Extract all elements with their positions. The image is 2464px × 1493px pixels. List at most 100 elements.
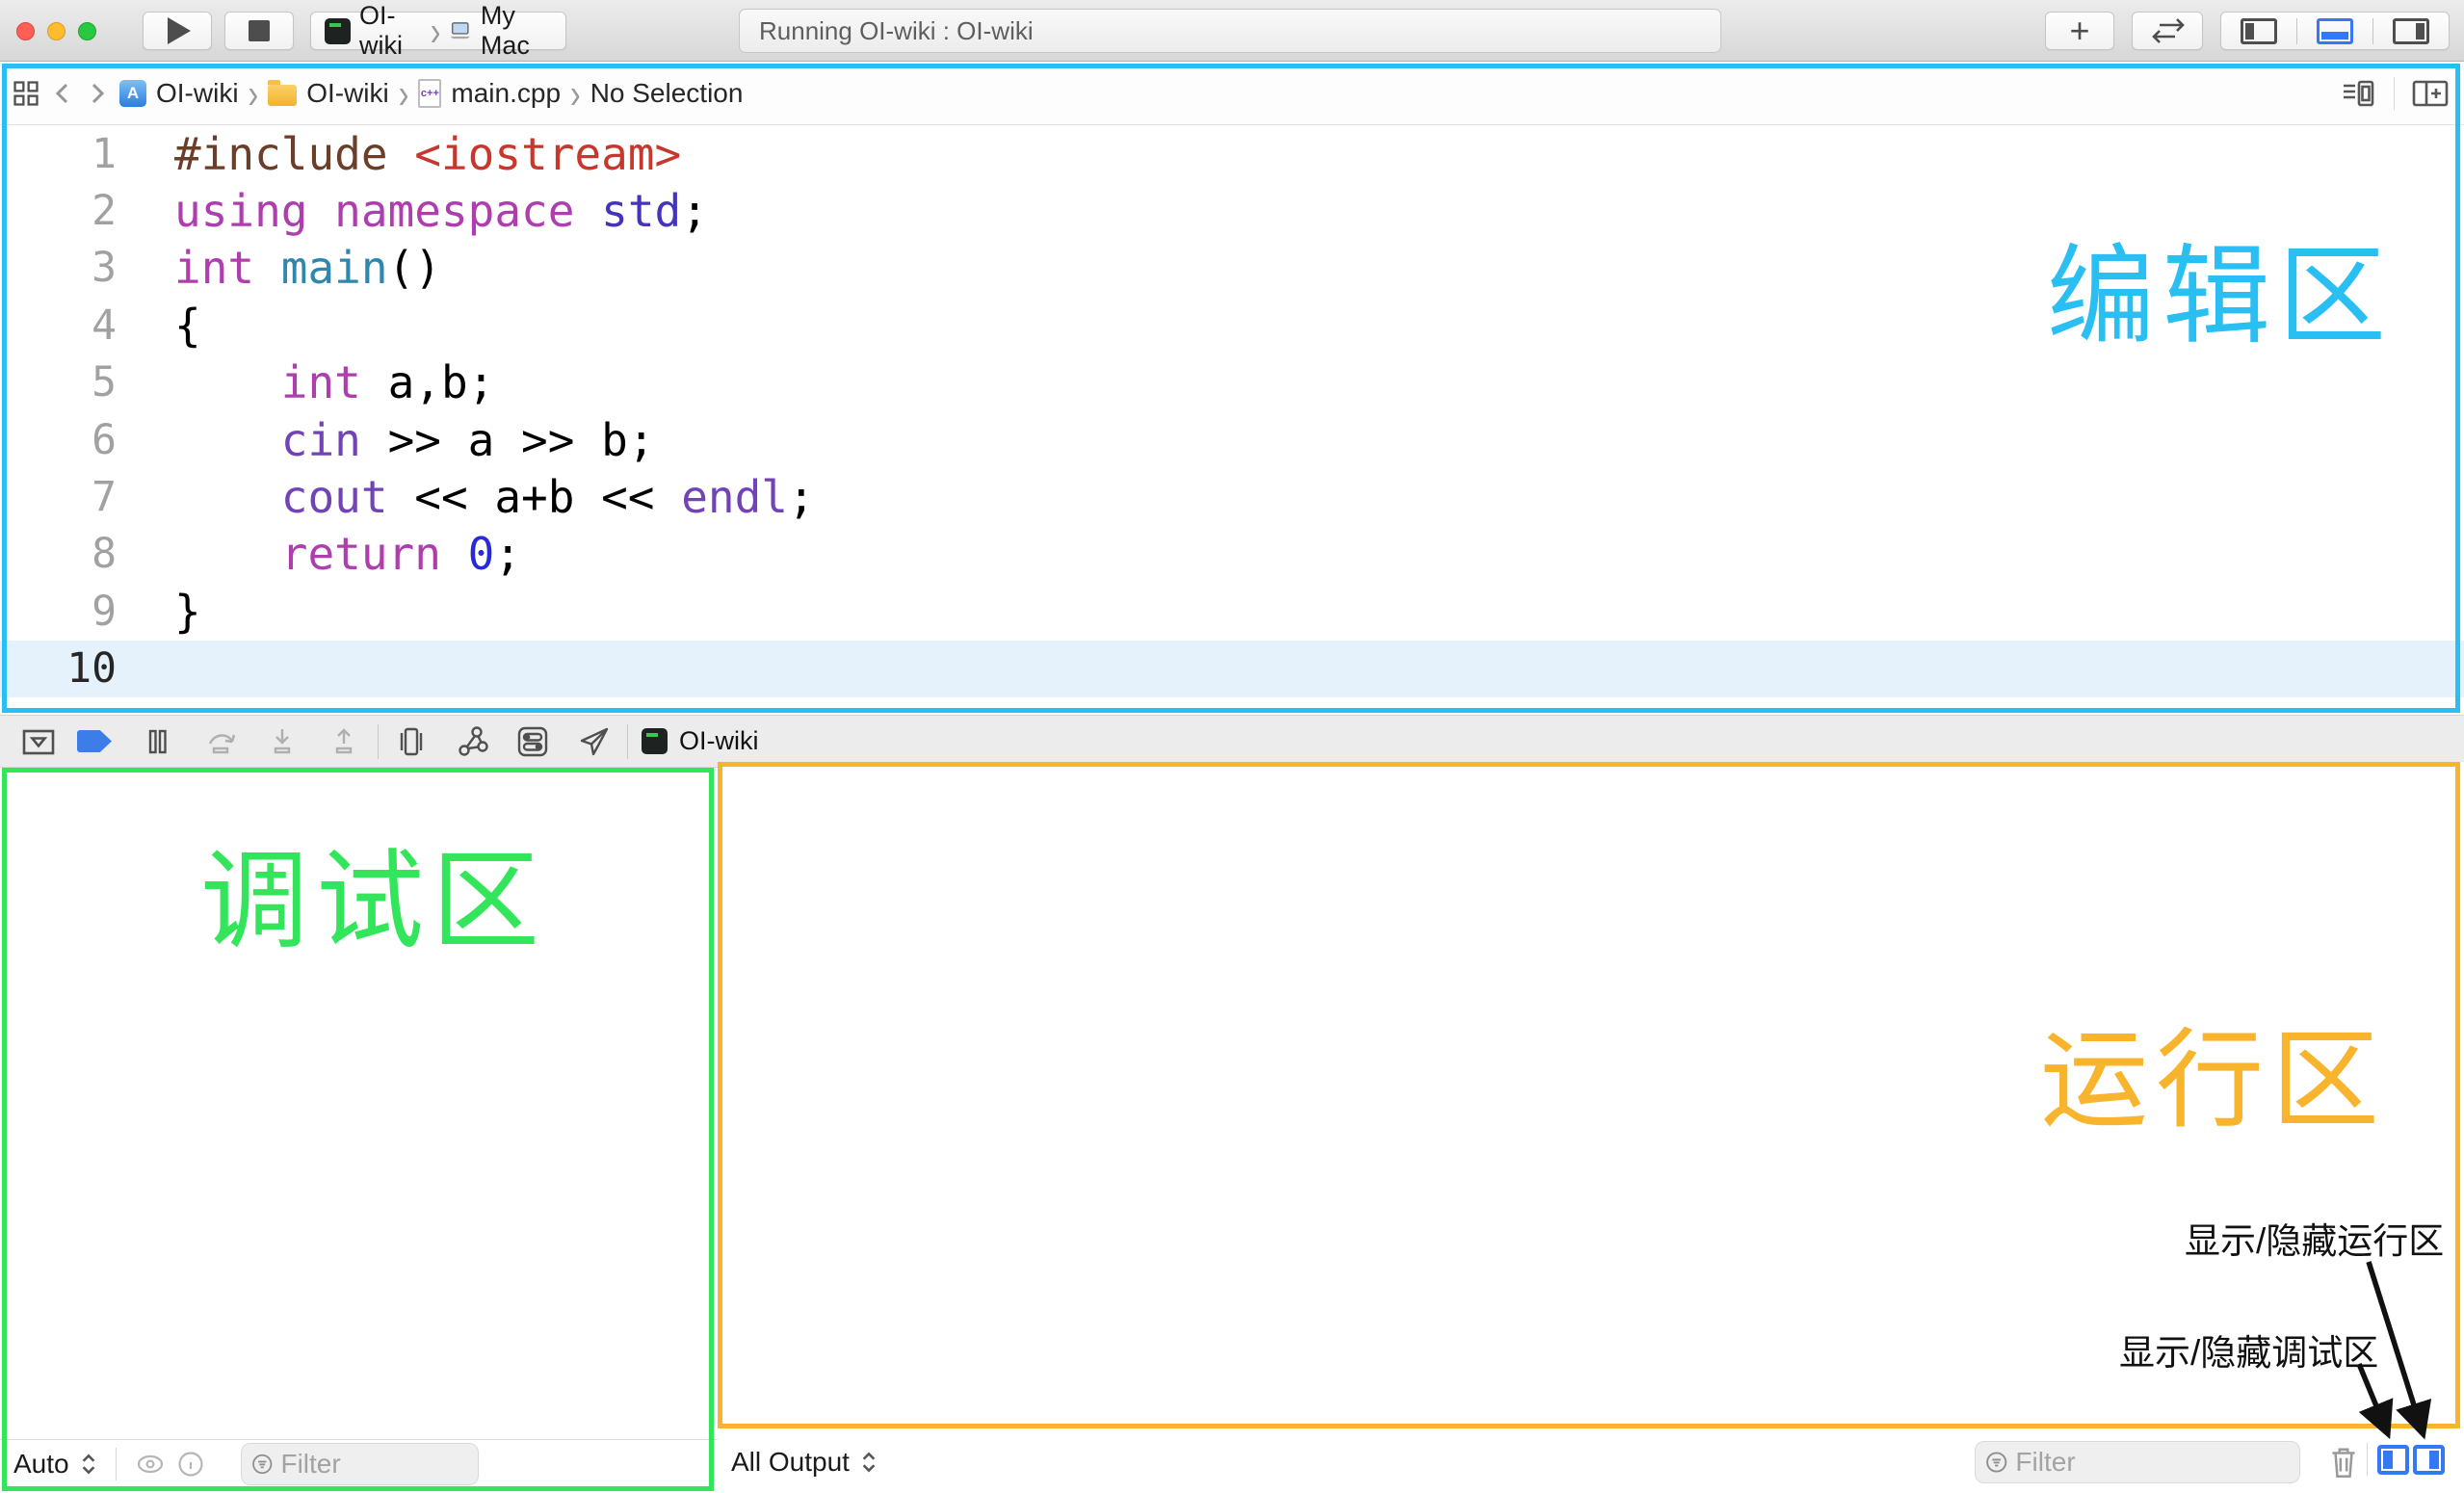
line-number[interactable]: 1 xyxy=(0,130,130,178)
toggle-navigator-button[interactable] xyxy=(2221,18,2297,44)
line-number[interactable]: 8 xyxy=(0,530,130,578)
breadcrumb-project[interactable]: OI-wiki xyxy=(156,78,239,109)
process-name[interactable]: OI-wiki xyxy=(679,726,759,756)
zoom-window-button[interactable] xyxy=(78,22,96,40)
code-text: cin >> a >> b; xyxy=(130,414,655,466)
trash-icon[interactable] xyxy=(2326,1444,2361,1480)
breadcrumb-folder[interactable]: OI-wiki xyxy=(306,78,389,109)
plus-icon: + xyxy=(2069,11,2089,51)
console-pane[interactable] xyxy=(718,762,2464,1493)
code-line[interactable]: 6 cin >> a >> b; xyxy=(0,411,2464,468)
code-line[interactable]: 5 int a,b; xyxy=(0,354,2464,411)
code-text: using namespace std; xyxy=(130,185,708,237)
debug-toolbar: OI-wiki xyxy=(0,715,2464,768)
environment-overrides-button[interactable] xyxy=(515,725,550,758)
console-toolbar: All Output xyxy=(718,1431,2464,1493)
editor-arrows-button[interactable] xyxy=(2132,12,2203,50)
breakpoint-icon xyxy=(77,730,112,752)
updown-chevron-icon[interactable] xyxy=(79,1452,98,1477)
line-number[interactable]: 2 xyxy=(0,187,130,235)
toggle-debug-area-button[interactable] xyxy=(2297,18,2373,44)
code-text: cout << a+b << endl; xyxy=(130,471,815,523)
simulate-location-button[interactable] xyxy=(577,725,612,758)
variables-scope-dropdown[interactable]: Auto xyxy=(13,1449,69,1480)
console-filter-input[interactable] xyxy=(2015,1447,2290,1478)
scheme-selector[interactable]: OI-wiki › My Mac xyxy=(310,12,566,50)
code-line[interactable]: 1#include <iostream> xyxy=(0,125,2464,182)
step-into-button[interactable] xyxy=(266,725,299,758)
back-icon[interactable] xyxy=(50,79,75,108)
chevron-separator-icon: › xyxy=(249,72,259,114)
breadcrumb-file[interactable]: main.cpp xyxy=(451,78,561,109)
dock-debug-area-button[interactable] xyxy=(21,725,56,758)
code-line[interactable]: 9} xyxy=(0,583,2464,640)
console-filter-field[interactable] xyxy=(1975,1441,2300,1483)
line-number[interactable]: 4 xyxy=(0,301,130,350)
toggle-variables-view-button[interactable] xyxy=(2377,1445,2409,1475)
line-number[interactable]: 5 xyxy=(0,358,130,406)
process-app-icon xyxy=(642,728,668,754)
my-mac-icon xyxy=(449,18,472,43)
stop-button[interactable] xyxy=(224,12,294,50)
jump-bar: A OI-wiki › OI-wiki › c++ main.cpp › No … xyxy=(0,62,2464,125)
step-over-icon xyxy=(204,725,239,758)
line-number[interactable]: 3 xyxy=(0,244,130,292)
panel-toggle-group xyxy=(2220,12,2450,50)
code-line[interactable]: 10 xyxy=(0,641,2464,697)
view-hierarchy-button[interactable] xyxy=(394,725,429,758)
activity-status-text: Running OI-wiki : OI-wiki xyxy=(759,16,1034,45)
add-editor-icon[interactable] xyxy=(2412,77,2449,110)
adjust-editor-icon[interactable] xyxy=(2342,77,2376,110)
code-text: #include <iostream> xyxy=(130,128,681,180)
divider xyxy=(116,1448,117,1480)
info-icon[interactable] xyxy=(176,1450,205,1479)
library-add-button[interactable]: + xyxy=(2045,12,2114,50)
code-line[interactable]: 8 return 0; xyxy=(0,526,2464,583)
code-line[interactable]: 7 cout << a+b << endl; xyxy=(0,468,2464,525)
line-number[interactable]: 9 xyxy=(0,588,130,636)
line-number[interactable]: 10 xyxy=(0,644,130,693)
debug-variables-pane[interactable] xyxy=(0,768,718,1493)
step-out-button[interactable] xyxy=(328,725,360,758)
step-over-button[interactable] xyxy=(204,725,239,758)
line-number[interactable]: 6 xyxy=(0,416,130,464)
quicklook-eye-icon[interactable] xyxy=(134,1450,167,1479)
inspector-panel-icon xyxy=(2393,18,2429,44)
toggle-inspector-button[interactable] xyxy=(2373,18,2449,44)
scheme-destination: My Mac xyxy=(481,1,552,61)
breadcrumb-selection[interactable]: No Selection xyxy=(590,78,744,109)
folder-icon xyxy=(268,85,297,106)
memory-graph-button[interactable] xyxy=(456,725,490,758)
pause-button[interactable] xyxy=(141,725,173,758)
activity-viewer: Running OI-wiki : OI-wiki xyxy=(739,9,1721,53)
toggle-console-view-button[interactable] xyxy=(2413,1445,2445,1475)
code-text: int a,b; xyxy=(130,356,494,408)
code-text: int main() xyxy=(130,242,441,294)
code-line[interactable]: 4{ xyxy=(0,297,2464,354)
forward-icon[interactable] xyxy=(85,79,110,108)
code-text: return 0; xyxy=(130,528,521,580)
code-line[interactable]: 3int main() xyxy=(0,240,2464,297)
breakpoints-button[interactable] xyxy=(77,730,112,752)
cpp-file-icon: c++ xyxy=(418,79,441,108)
close-window-button[interactable] xyxy=(16,22,35,40)
view-hierarchy-icon xyxy=(394,725,429,758)
code-area: 1#include <iostream>2using namespace std… xyxy=(0,125,2464,697)
console-scope-dropdown[interactable]: All Output xyxy=(731,1447,850,1478)
step-into-icon xyxy=(266,725,299,758)
swap-arrows-icon xyxy=(2148,17,2187,44)
memory-graph-icon xyxy=(456,725,490,758)
code-editor[interactable]: 1#include <iostream>2using namespace std… xyxy=(0,125,2464,715)
minimize-window-button[interactable] xyxy=(47,22,66,40)
run-button[interactable] xyxy=(143,12,212,50)
related-items-icon[interactable] xyxy=(12,79,40,108)
code-text: { xyxy=(130,300,201,352)
variables-filter-field[interactable] xyxy=(241,1443,479,1485)
line-number[interactable]: 7 xyxy=(0,473,130,521)
updown-chevron-icon[interactable] xyxy=(859,1450,878,1475)
divider xyxy=(627,724,628,759)
code-line[interactable]: 2using namespace std; xyxy=(0,182,2464,239)
pause-icon xyxy=(141,725,173,758)
variables-filter-input[interactable] xyxy=(280,1449,468,1480)
stop-icon xyxy=(249,20,270,41)
